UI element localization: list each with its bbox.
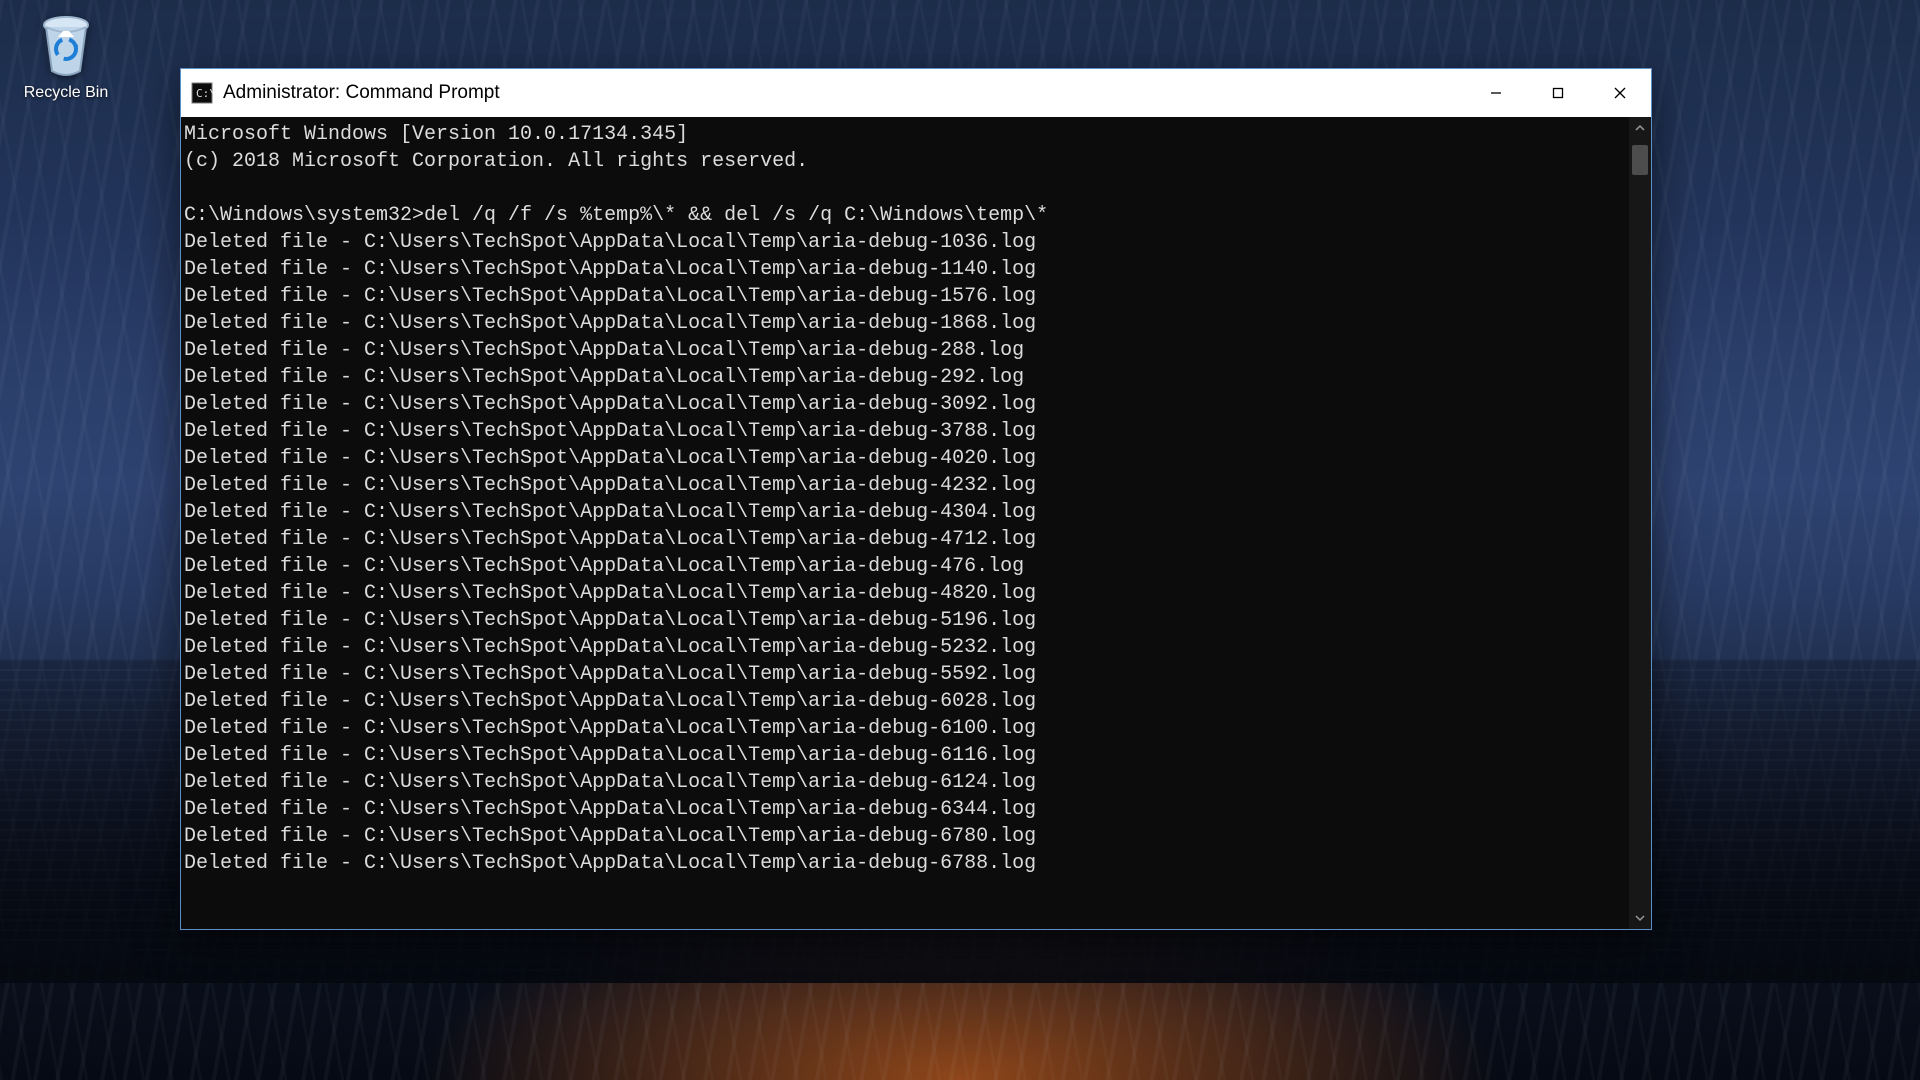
scroll-up-button[interactable]: [1629, 117, 1651, 139]
close-button[interactable]: [1589, 69, 1651, 117]
titlebar[interactable]: C:\ Administrator: Command Prompt: [181, 69, 1651, 117]
cmd-icon: C:\: [191, 82, 213, 104]
window-title: Administrator: Command Prompt: [223, 82, 500, 104]
minimize-button[interactable]: [1465, 69, 1527, 117]
svg-text:C:\: C:\: [196, 87, 213, 100]
scroll-down-button[interactable]: [1629, 907, 1651, 929]
recycle-bin-icon: [31, 10, 101, 80]
terminal-output[interactable]: Microsoft Windows [Version 10.0.17134.34…: [181, 117, 1629, 929]
scroll-thumb[interactable]: [1632, 145, 1648, 175]
terminal-scrollbar[interactable]: [1629, 117, 1651, 929]
desktop-icon-label: Recycle Bin: [18, 84, 114, 102]
desktop-icon-recycle-bin[interactable]: Recycle Bin: [18, 10, 114, 102]
maximize-button[interactable]: [1527, 69, 1589, 117]
command-prompt-window: C:\ Administrator: Command Prompt Micros…: [180, 68, 1652, 930]
window-controls: [1465, 69, 1651, 117]
